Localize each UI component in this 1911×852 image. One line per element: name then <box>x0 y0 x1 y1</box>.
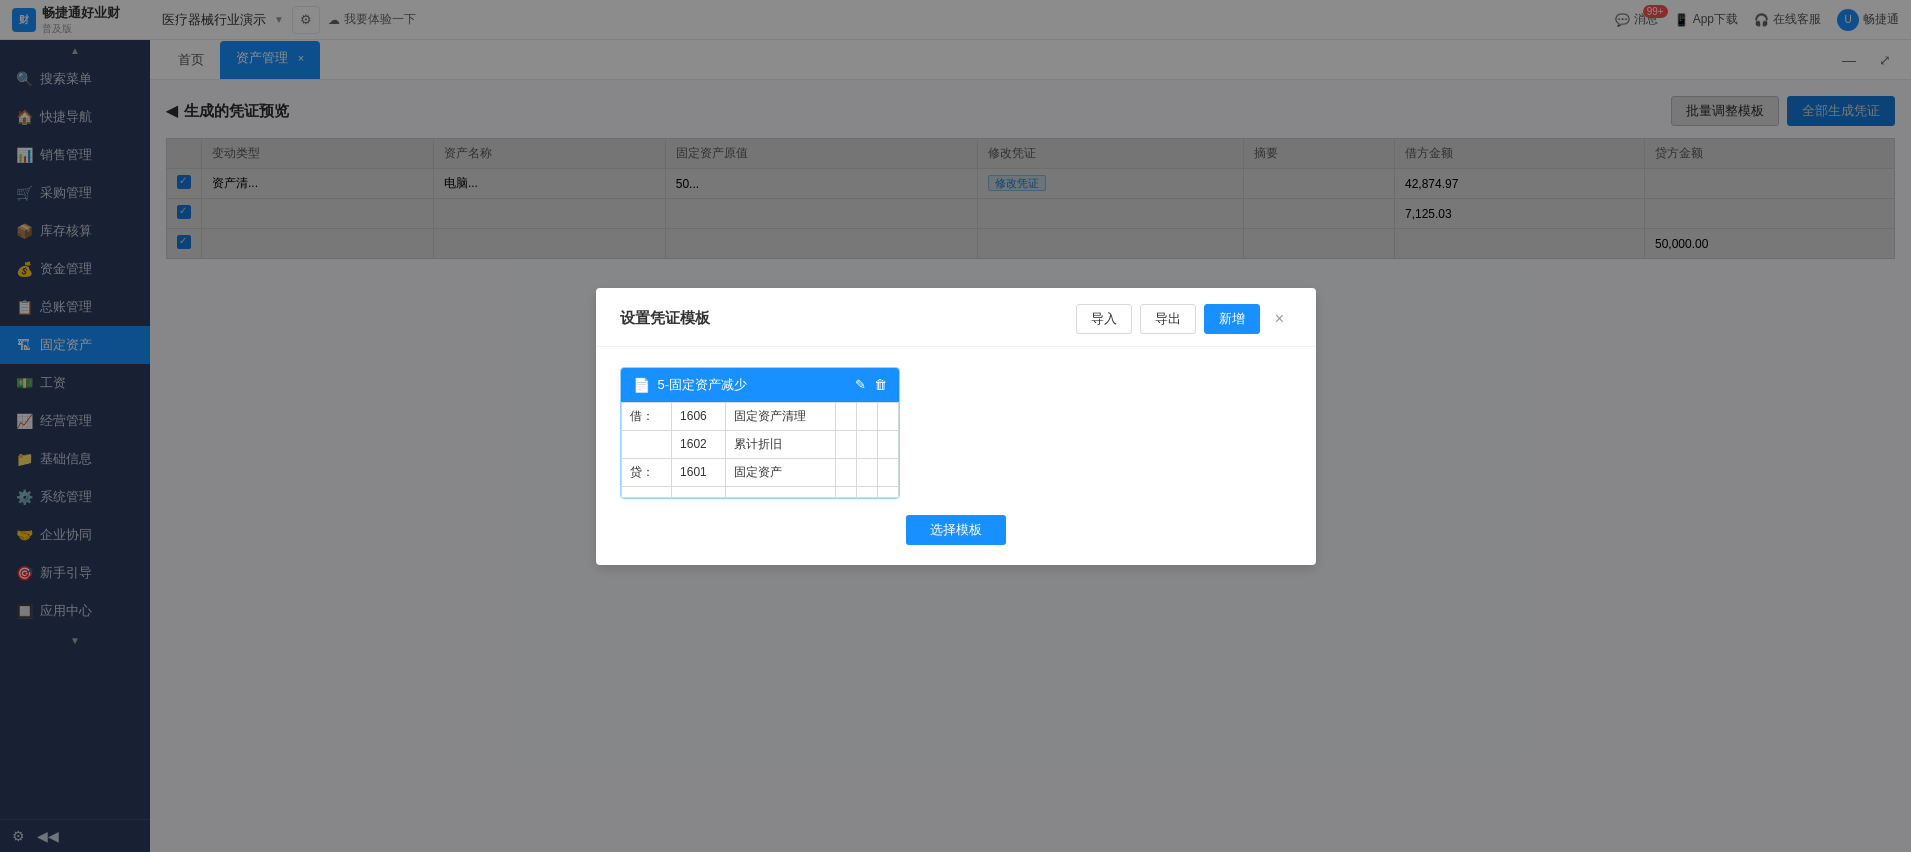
template-cell-col4 <box>856 486 877 497</box>
template-card-name: 5-固定资产减少 <box>658 376 748 394</box>
template-card-icon: 📄 <box>633 377 650 393</box>
template-cell-col4 <box>856 458 877 486</box>
template-edit-icon[interactable]: ✎ <box>855 377 866 392</box>
template-cell-code: 1601 <box>672 458 726 486</box>
voucher-template-modal: 设置凭证模板 导入 导出 新增 × 📄 5-固定资产减少 ✎ 🗑 <box>596 288 1316 565</box>
template-cell-name: 累计折旧 <box>725 430 835 458</box>
template-card-actions: ✎ 🗑 <box>855 377 887 392</box>
modal-header-actions: 导入 导出 新增 × <box>1076 304 1292 334</box>
template-cell-name: 固定资产 <box>725 458 835 486</box>
template-cell-col3 <box>835 430 856 458</box>
template-cell-direction: 借： <box>621 402 672 430</box>
template-cell-col5 <box>877 458 898 486</box>
export-button[interactable]: 导出 <box>1140 304 1196 334</box>
template-cell-direction: 贷： <box>621 458 672 486</box>
template-cell-direction <box>621 486 672 497</box>
template-cell-col3 <box>835 458 856 486</box>
template-cell-name <box>725 486 835 497</box>
template-row: 1602 累计折旧 <box>621 430 898 458</box>
modal-header: 设置凭证模板 导入 导出 新增 × <box>596 288 1316 347</box>
template-card: 📄 5-固定资产减少 ✎ 🗑 借： 1606 固定资产清理 <box>620 367 900 499</box>
template-cell-col4 <box>856 430 877 458</box>
select-template-button[interactable]: 选择模板 <box>906 515 1006 545</box>
template-cell-col5 <box>877 430 898 458</box>
import-button[interactable]: 导入 <box>1076 304 1132 334</box>
template-card-header: 📄 5-固定资产减少 ✎ 🗑 <box>621 368 899 402</box>
modal-overlay: 设置凭证模板 导入 导出 新增 × 📄 5-固定资产减少 ✎ 🗑 <box>0 0 1911 852</box>
modal-body: 📄 5-固定资产减少 ✎ 🗑 借： 1606 固定资产清理 <box>596 347 1316 565</box>
modal-close-button[interactable]: × <box>1268 307 1292 331</box>
template-cell-col4 <box>856 402 877 430</box>
modal-title: 设置凭证模板 <box>620 309 710 328</box>
template-cell-name: 固定资产清理 <box>725 402 835 430</box>
template-cell-code <box>672 486 726 497</box>
template-cell-col3 <box>835 402 856 430</box>
template-cell-col5 <box>877 486 898 497</box>
template-delete-icon[interactable]: 🗑 <box>874 377 887 392</box>
new-template-button[interactable]: 新增 <box>1204 304 1260 334</box>
template-cell-code: 1602 <box>672 430 726 458</box>
template-row: 贷： 1601 固定资产 <box>621 458 898 486</box>
template-cell-col5 <box>877 402 898 430</box>
template-cell-direction <box>621 430 672 458</box>
template-row <box>621 486 898 497</box>
template-table: 借： 1606 固定资产清理 1602 累计折旧 <box>621 402 899 498</box>
template-cell-code: 1606 <box>672 402 726 430</box>
template-cell-col3 <box>835 486 856 497</box>
template-row: 借： 1606 固定资产清理 <box>621 402 898 430</box>
